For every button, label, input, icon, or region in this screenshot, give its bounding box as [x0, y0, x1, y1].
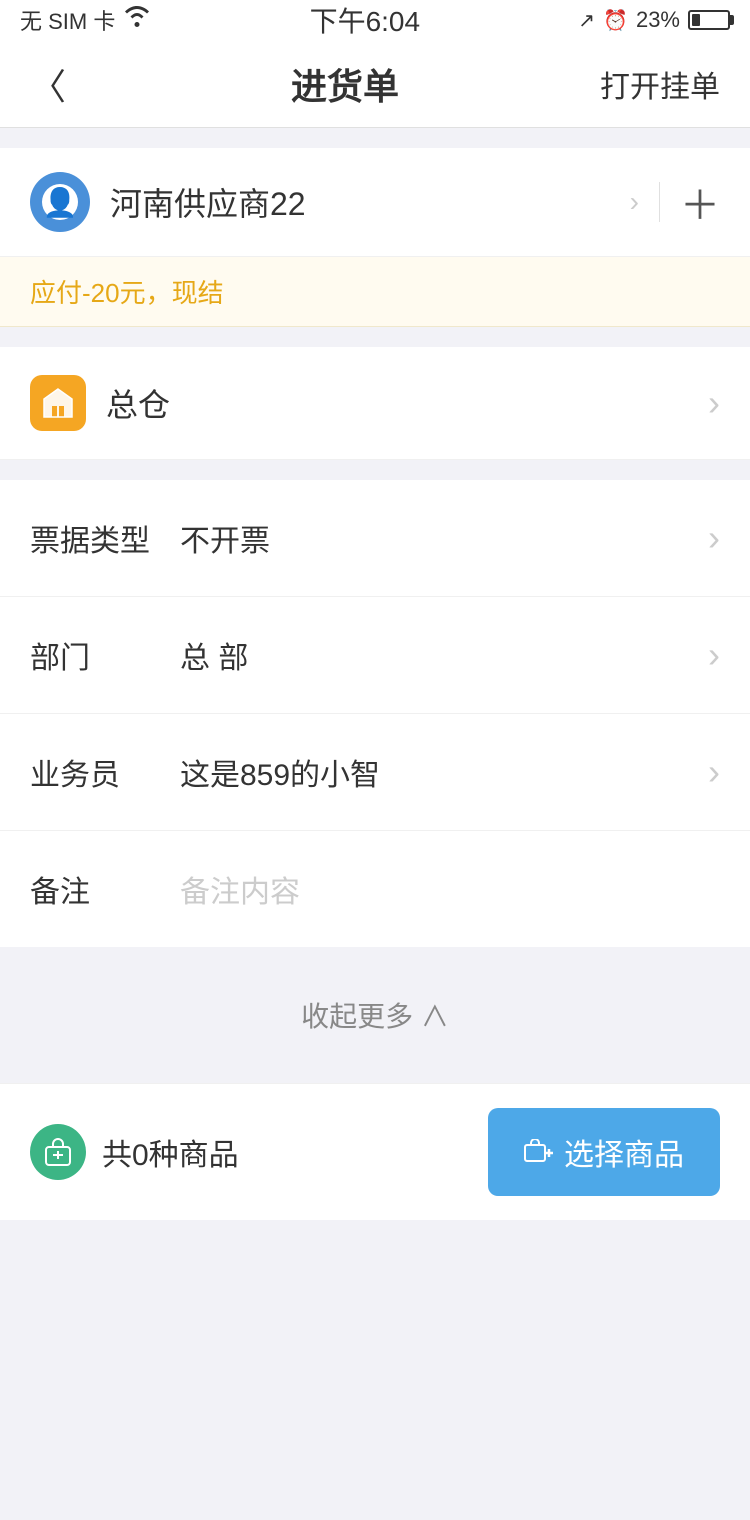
open-pending-button[interactable]: 打开挂单: [600, 62, 720, 106]
select-goods-icon: [524, 1139, 554, 1165]
dept-label: 部门: [30, 633, 170, 677]
supplier-actions: › ＋: [630, 173, 720, 231]
invoice-label: 票据类型: [30, 516, 170, 560]
dept-row[interactable]: 部门 总 部 ›: [0, 597, 750, 714]
wifi-icon: [123, 6, 151, 34]
dept-value: 总 部: [170, 633, 708, 677]
select-goods-label: 选择商品: [564, 1130, 684, 1174]
invoice-chevron-icon: ›: [708, 517, 720, 559]
dept-chevron-icon: ›: [708, 634, 720, 676]
add-button[interactable]: ＋: [680, 173, 720, 231]
supplier-avatar: 👤: [30, 172, 90, 232]
status-bar: 无 SIM 卡 下午6:04 ↗ ⏰ 23%: [0, 0, 750, 40]
remark-label: 备注: [30, 867, 170, 911]
notice-text: 应付-20元，现结: [30, 278, 224, 308]
status-right: ↗ ⏰ 23%: [578, 7, 730, 33]
salesperson-row[interactable]: 业务员 这是859的小智 ›: [0, 714, 750, 831]
warehouse-icon: [41, 386, 75, 420]
remark-row[interactable]: 备注 备注内容: [0, 831, 750, 947]
warehouse-icon-wrap: [30, 375, 86, 431]
salesperson-chevron-icon: ›: [708, 751, 720, 793]
page-title: 进货单: [291, 58, 399, 110]
warehouse-row[interactable]: 总仓 ›: [0, 347, 750, 460]
supplier-section: 👤 河南供应商22 › ＋ 应付-20元，现结: [0, 148, 750, 327]
alarm-icon: ⏰: [603, 8, 628, 33]
goods-bag-icon: [41, 1135, 75, 1169]
gps-icon: ↗: [578, 8, 595, 33]
nav-bar: 〈 进货单 打开挂单: [0, 40, 750, 128]
battery-icon: [688, 10, 730, 30]
form-section: 票据类型 不开票 › 部门 总 部 › 业务员 这是859的小智 › 备注 备注…: [0, 480, 750, 947]
bottom-bar: 共0种商品 选择商品: [0, 1083, 750, 1220]
salesperson-value: 这是859的小智: [170, 750, 708, 794]
goods-icon-wrap: [30, 1124, 86, 1180]
salesperson-label: 业务员: [30, 750, 170, 794]
goods-count-label: 共0种商品: [102, 1130, 239, 1174]
warehouse-chevron-icon: ›: [708, 382, 720, 424]
gap-1: [0, 128, 750, 148]
supplier-chevron-icon: ›: [630, 186, 639, 218]
remark-input[interactable]: 备注内容: [170, 867, 720, 911]
page-background: [0, 1220, 750, 1520]
vertical-divider: [659, 182, 660, 222]
status-left: 无 SIM 卡: [20, 4, 151, 36]
goods-summary: 共0种商品: [30, 1124, 239, 1180]
select-goods-button[interactable]: 选择商品: [488, 1108, 720, 1196]
back-button[interactable]: 〈: [30, 58, 90, 110]
sim-label: 无 SIM 卡: [20, 4, 115, 36]
notice-bar: 应付-20元，现结: [0, 257, 750, 327]
warehouse-name: 总仓: [106, 380, 708, 426]
invoice-row[interactable]: 票据类型 不开票 ›: [0, 480, 750, 597]
battery-pct: 23%: [636, 7, 680, 33]
status-time: 下午6:04: [310, 0, 421, 40]
collapse-text: 收起更多 ∧: [301, 995, 449, 1035]
avatar-person-icon: 👤: [42, 184, 78, 220]
supplier-row[interactable]: 👤 河南供应商22 › ＋: [0, 148, 750, 257]
supplier-name: 河南供应商22: [110, 179, 630, 225]
collapse-bar[interactable]: 收起更多 ∧: [0, 967, 750, 1063]
invoice-value: 不开票: [170, 516, 708, 560]
